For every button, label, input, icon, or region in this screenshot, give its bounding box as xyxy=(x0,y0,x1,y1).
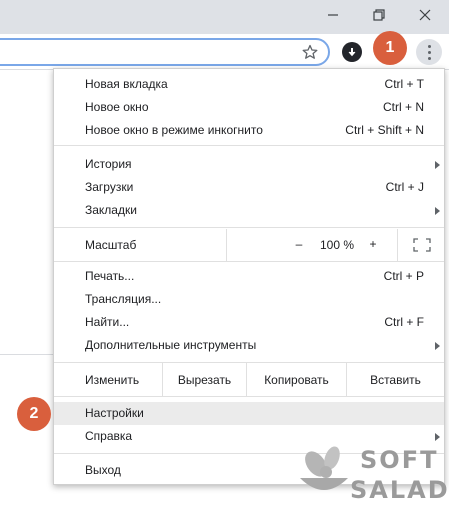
zoom-label: Масштаб xyxy=(85,238,137,252)
title-bar xyxy=(0,0,449,34)
fullscreen-icon xyxy=(413,238,431,252)
menu-item-label: Загрузки xyxy=(85,180,134,194)
edit-label: Изменить xyxy=(85,373,140,387)
menu-separator xyxy=(54,227,444,228)
menu-item-label: Выход xyxy=(85,463,121,477)
menu-item-bookmarks[interactable]: Закладки xyxy=(54,199,444,222)
step-number: 1 xyxy=(385,39,395,56)
menu-item-label: Найти... xyxy=(85,315,130,329)
menu-item-shortcut: Ctrl + F xyxy=(384,315,424,329)
restore-icon[interactable] xyxy=(356,0,402,30)
menu-separator xyxy=(54,145,444,146)
paste-label: Вставить xyxy=(370,372,421,387)
menu-item-label: История xyxy=(85,157,132,171)
copy-button[interactable]: Копировать xyxy=(246,363,346,396)
menu-item-label: Печать... xyxy=(85,269,135,283)
watermark-line2: SALAD xyxy=(350,476,449,504)
menu-item-label: Новая вкладка xyxy=(85,77,168,91)
menu-item-label: Закладки xyxy=(85,203,137,217)
step-number: 2 xyxy=(29,405,39,422)
watermark-line1: SOFT xyxy=(360,446,439,474)
address-bar[interactable] xyxy=(0,38,330,66)
menu-separator xyxy=(54,396,444,397)
zoom-in-button[interactable]: + xyxy=(365,237,381,251)
page-divider xyxy=(0,354,60,355)
menu-item-label: Новое окно xyxy=(85,100,149,114)
menu-item-history[interactable]: История xyxy=(54,153,444,176)
edit-row: Изменить Вырезать Копировать Вставить xyxy=(54,363,444,396)
fullscreen-button[interactable] xyxy=(397,229,445,261)
menu-item-label: Справка xyxy=(85,429,133,443)
menu-item-settings[interactable]: Настройки xyxy=(54,402,444,425)
step-badge-1: 1 xyxy=(373,31,407,65)
menu-item-label: Дополнительные инструменты xyxy=(85,338,257,352)
menu-item-cast[interactable]: Трансляция... xyxy=(54,288,444,311)
download-extension-icon[interactable] xyxy=(342,42,362,62)
menu-item-new-window[interactable]: Новое окно Ctrl + N xyxy=(54,96,444,119)
submenu-arrow-icon xyxy=(435,342,440,350)
submenu-arrow-icon xyxy=(435,207,440,215)
menu-item-label: Настройки xyxy=(85,406,144,420)
minimize-icon[interactable] xyxy=(310,0,356,30)
softsalad-logo-icon xyxy=(300,446,348,490)
menu-item-incognito-window[interactable]: Новое окно в режиме инкогнито Ctrl + Shi… xyxy=(54,119,444,142)
close-icon[interactable] xyxy=(402,0,448,30)
star-icon[interactable] xyxy=(300,42,320,62)
menu-item-label: Новое окно в режиме инкогнито xyxy=(85,123,263,137)
zoom-row: Масштаб – 100 % + xyxy=(54,229,444,261)
three-dots-vertical-icon[interactable] xyxy=(416,39,442,65)
chrome-main-menu: Новая вкладка Ctrl + T Новое окно Ctrl +… xyxy=(53,68,445,485)
zoom-level: 100 % xyxy=(319,238,355,252)
softsalad-watermark: SOFT SALAD xyxy=(292,440,448,506)
step-badge-2: 2 xyxy=(17,397,51,431)
zoom-out-button[interactable]: – xyxy=(291,237,307,251)
menu-item-downloads[interactable]: Загрузки Ctrl + J xyxy=(54,176,444,199)
zoom-controls: – 100 % + xyxy=(226,229,444,261)
cut-button[interactable]: Вырезать xyxy=(162,363,246,396)
copy-label: Копировать xyxy=(264,372,329,387)
menu-item-print[interactable]: Печать... Ctrl + P xyxy=(54,265,444,288)
menu-item-new-tab[interactable]: Новая вкладка Ctrl + T xyxy=(54,73,444,96)
menu-separator xyxy=(54,261,444,262)
menu-item-more-tools[interactable]: Дополнительные инструменты xyxy=(54,334,444,357)
menu-item-shortcut: Ctrl + Shift + N xyxy=(345,123,424,137)
cut-label: Вырезать xyxy=(177,372,232,387)
submenu-arrow-icon xyxy=(435,161,440,169)
paste-button[interactable]: Вставить xyxy=(346,363,444,396)
menu-item-shortcut: Ctrl + N xyxy=(382,100,424,114)
menu-item-shortcut: Ctrl + P xyxy=(383,269,424,283)
menu-item-shortcut: Ctrl + J xyxy=(385,180,424,194)
menu-item-find[interactable]: Найти... Ctrl + F xyxy=(54,311,444,334)
menu-item-shortcut: Ctrl + T xyxy=(384,77,424,91)
menu-item-label: Трансляция... xyxy=(85,292,162,306)
